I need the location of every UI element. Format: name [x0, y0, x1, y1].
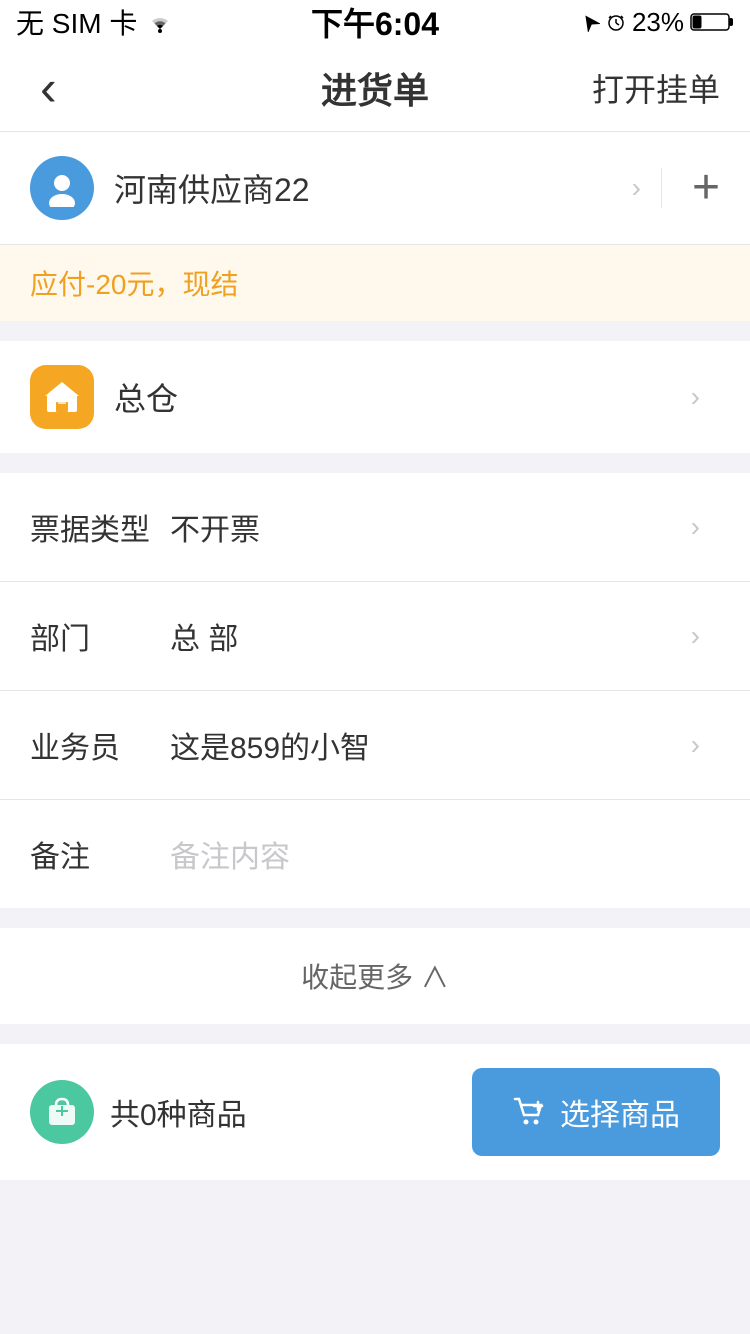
- salesperson-row[interactable]: 业务员 这是859的小智 ›: [0, 691, 750, 800]
- supplier-avatar: [30, 156, 94, 220]
- remark-row[interactable]: 备注 备注内容: [0, 800, 750, 908]
- status-right: 23%: [580, 7, 734, 38]
- product-count-wrap: 共0种商品: [30, 1080, 247, 1144]
- warehouse-icon-wrap: [30, 365, 94, 429]
- warehouse-chevron-icon: ›: [691, 381, 700, 413]
- salesperson-value: 这是859的小智: [160, 723, 691, 767]
- supplier-name: 河南供应商22: [114, 165, 632, 211]
- select-product-label: 选择商品: [560, 1090, 680, 1134]
- status-bar: 无 SIM 卡 下午6:04 23%: [0, 0, 750, 44]
- main-content: 河南供应商22 › + 应付-20元，现结 总仓 › 票据类型 不开票 ›: [0, 132, 750, 1180]
- invoice-type-label: 票据类型: [30, 505, 160, 549]
- status-time: 下午6:04: [311, 0, 439, 45]
- battery-icon: [690, 11, 734, 33]
- form-card: 票据类型 不开票 › 部门 总 部 › 业务员 这是859的小智 › 备注 备注…: [0, 473, 750, 908]
- department-value: 总 部: [160, 614, 691, 658]
- product-bag-icon: [43, 1093, 81, 1131]
- add-supplier-button[interactable]: +: [692, 164, 720, 212]
- notice-bar: 应付-20元，现结: [0, 245, 750, 321]
- invoice-type-row[interactable]: 票据类型 不开票 ›: [0, 473, 750, 582]
- page-title: 进货单: [321, 62, 429, 114]
- wifi-icon: [145, 11, 175, 33]
- status-left: 无 SIM 卡: [16, 2, 175, 42]
- supplier-chevron-icon: ›: [632, 172, 641, 204]
- person-icon: [43, 169, 81, 207]
- remark-input[interactable]: 备注内容: [160, 832, 720, 876]
- warehouse-icon: [43, 378, 81, 416]
- supplier-row[interactable]: 河南供应商22 › +: [0, 132, 750, 245]
- invoice-type-value: 不开票: [160, 505, 691, 549]
- battery-text: 23%: [632, 7, 684, 38]
- salesperson-chevron-icon: ›: [691, 729, 700, 761]
- notice-text: 应付-20元，现结: [30, 269, 238, 300]
- department-label: 部门: [30, 614, 160, 658]
- back-button[interactable]: ‹: [30, 53, 67, 123]
- open-pending-button[interactable]: 打开挂单: [592, 65, 720, 111]
- warehouse-row[interactable]: 总仓 ›: [0, 341, 750, 453]
- department-row[interactable]: 部门 总 部 ›: [0, 582, 750, 691]
- product-count-text: 共0种商品: [110, 1090, 247, 1134]
- alarm-icon: [606, 12, 626, 32]
- collapse-label: 收起更多 ∧: [301, 962, 449, 993]
- spacer: [0, 321, 750, 341]
- select-product-button[interactable]: 选择商品: [472, 1068, 720, 1156]
- remark-label: 备注: [30, 832, 160, 876]
- product-icon-wrap: [30, 1080, 94, 1144]
- cart-icon: [512, 1094, 548, 1130]
- supplier-card: 河南供应商22 › + 应付-20元，现结: [0, 132, 750, 321]
- invoice-type-chevron-icon: ›: [691, 511, 700, 543]
- department-chevron-icon: ›: [691, 620, 700, 652]
- location-icon: [580, 12, 600, 32]
- collapse-button[interactable]: 收起更多 ∧: [0, 928, 750, 1024]
- warehouse-name: 总仓: [114, 374, 691, 420]
- sim-status: 无 SIM 卡: [16, 2, 137, 42]
- salesperson-label: 业务员: [30, 723, 160, 767]
- supplier-divider: [661, 168, 662, 208]
- bottom-bar: 共0种商品 选择商品: [0, 1044, 750, 1180]
- nav-bar: ‹ 进货单 打开挂单: [0, 44, 750, 132]
